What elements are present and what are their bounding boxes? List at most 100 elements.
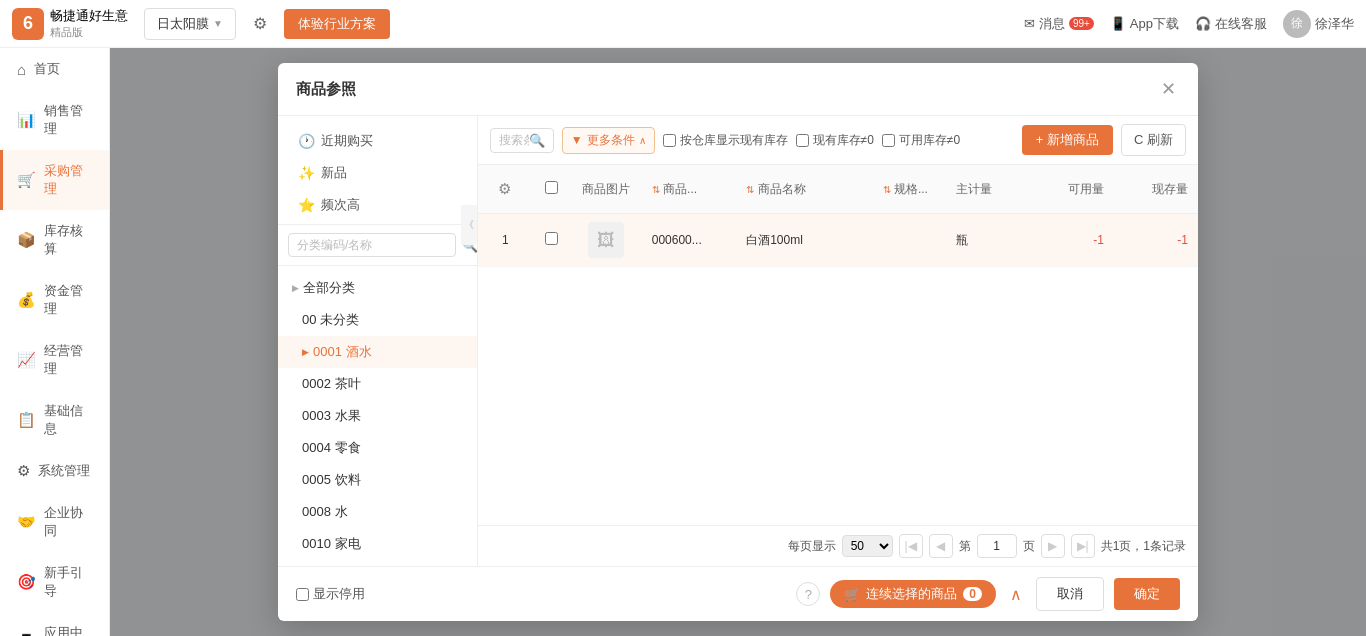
sidebar-item-sales[interactable]: 📊 销售管理 [0,90,109,150]
store-name: 日太阳膜 [157,15,209,33]
modal-title: 商品参照 [296,80,356,99]
help-btn[interactable]: ? [796,582,820,606]
show-disabled-checkbox[interactable]: 显示停用 [296,585,365,603]
check-avail-input[interactable] [882,134,895,147]
table-row[interactable]: 1 🖼 00 [478,214,1198,267]
sidebar-item-app-center[interactable]: 📱 应用中心 [0,612,109,636]
show-disabled-label: 显示停用 [313,585,365,603]
cell-stock: -1 [1114,214,1198,267]
more-filter-btn[interactable]: ▼ 更多条件 ∧ [562,127,655,154]
check-avail-nonzero[interactable]: 可用库存≠0 [882,132,960,149]
category-tea[interactable]: 0002 茶叶 [278,368,477,400]
top-nav: 6 畅捷通好生意 精品版 日太阳膜 ▼ ⚙ 体验行业方案 ✉ 消息 99+ 📱 … [0,0,1366,48]
table-settings-icon[interactable]: ⚙ [488,173,520,205]
message-btn[interactable]: ✉ 消息 99+ [1024,15,1094,33]
col-code-label: 商品... [663,182,697,196]
check-nonzero-stock[interactable]: 现有库存≠0 [796,132,874,149]
sidebar-item-basic-info[interactable]: 📋 基础信息 [0,390,109,450]
product-code: 000600... [652,233,702,247]
app-download-btn[interactable]: 📱 App下载 [1110,15,1179,33]
modal-left-panel: 🕐 近期购买 ✨ 新品 ⭐ 频次高 [278,116,478,566]
category-drink-label: 0005 饮料 [302,471,361,489]
cart-count: 0 [963,587,982,601]
sidebar-item-system[interactable]: ⚙ 系统管理 [0,450,109,492]
col-header-code[interactable]: ⇅ 商品... [642,165,736,214]
sidebar-item-collab[interactable]: 🤝 企业协同 [0,492,109,552]
sidebar-item-inventory[interactable]: 📦 库存核算 [0,210,109,270]
cart-label: 连续选择的商品 [866,585,957,603]
sidebar-item-operations[interactable]: 📈 经营管理 [0,330,109,390]
last-page-btn[interactable]: ▶| [1071,534,1095,558]
category-all[interactable]: ▶ 全部分类 [278,272,477,304]
add-product-btn[interactable]: + 新增商品 [1022,125,1113,155]
settings-icon[interactable]: ⚙ [244,8,276,40]
first-page-btn[interactable]: |◀ [899,534,923,558]
check-warehouse-input[interactable] [663,134,676,147]
col-header-name[interactable]: ⇅ 商品名称 [736,165,872,214]
col-stock-label: 现存量 [1152,182,1188,196]
tab-new-products[interactable]: ✨ 新品 [288,158,467,188]
check-warehouse-stock[interactable]: 按仓库显示现有库存 [663,132,788,149]
cell-image: 🖼 [570,214,641,267]
product-search-input[interactable] [499,133,529,147]
tab-recent-purchase[interactable]: 🕐 近期购买 [288,126,467,156]
nav-right: ✉ 消息 99+ 📱 App下载 🎧 在线客服 徐 徐泽华 [1024,10,1354,38]
experience-btn[interactable]: 体验行业方案 [284,9,390,39]
category-appliance[interactable]: 0010 家电 [278,528,477,560]
refresh-btn[interactable]: C 刷新 [1121,124,1186,156]
col-header-available: 可用量 [1020,165,1114,214]
collapse-left-panel-btn[interactable]: 《 [461,205,477,245]
page-label: 第 [959,538,971,555]
per-page-select[interactable]: 50 100 [842,535,893,557]
message-badge: 99+ [1069,17,1094,30]
user-menu[interactable]: 徐 徐泽华 [1283,10,1354,38]
new-icon: ✨ [298,165,315,181]
store-selector[interactable]: 日太阳膜 ▼ [144,8,236,40]
tab-new-label: 新品 [321,164,347,182]
category-liquor[interactable]: ▶ 0001 酒水 [278,336,477,368]
category-appliance-label: 0010 家电 [302,535,361,553]
modal-footer: 显示停用 ? 🛒 连续选择的商品 0 ∧ 取消 确定 [278,566,1198,621]
sidebar-item-home[interactable]: ⌂ 首页 [0,48,109,90]
category-fruit[interactable]: 0003 水果 [278,400,477,432]
category-snack[interactable]: 0004 零食 [278,432,477,464]
sidebar-item-home-label: 首页 [34,60,60,78]
col-name-label: 商品名称 [758,182,806,196]
col-avail-label: 可用量 [1068,182,1104,196]
sort-icon-code: ⇅ [652,184,660,195]
check-nonzero-input[interactable] [796,134,809,147]
sales-icon: 📊 [17,111,36,129]
sidebar-item-guide[interactable]: 🎯 新手引导 [0,552,109,612]
page-input[interactable] [977,534,1017,558]
check-warehouse-label: 按仓库显示现有库存 [680,132,788,149]
category-drink[interactable]: 0005 饮料 [278,464,477,496]
service-btn[interactable]: 🎧 在线客服 [1195,15,1267,33]
tab-frequent[interactable]: ⭐ 频次高 [288,190,467,220]
sidebar-item-operations-label: 经营管理 [44,342,95,378]
sidebar-item-system-label: 系统管理 [38,462,90,480]
col-header-spec[interactable]: ⇅ 规格... [873,165,946,214]
cancel-btn[interactable]: 取消 [1036,577,1104,611]
cart-continuous-select-btn[interactable]: 🛒 连续选择的商品 0 [830,580,996,608]
search-icon[interactable]: 🔍 [529,133,545,148]
prev-page-btn[interactable]: ◀ [929,534,953,558]
expand-icon: ▶ [292,283,299,293]
modal-close-button[interactable]: ✕ [1156,77,1180,101]
sidebar-item-finance[interactable]: 💰 资金管理 [0,270,109,330]
sidebar-item-purchase[interactable]: 🛒 采购管理 [0,150,109,210]
category-search-input[interactable] [288,233,456,257]
row-checkbox[interactable] [545,232,558,245]
purchase-icon: 🛒 [17,171,36,189]
content-area: 商品参照 ✕ 🕐 近期购买 ✨ [110,48,1366,636]
select-all-checkbox[interactable] [545,181,558,194]
logo-sub-text: 精品版 [50,25,128,40]
next-page-btn[interactable]: ▶ [1041,534,1065,558]
category-uncategorized[interactable]: 00 未分类 [278,304,477,336]
modal-body: 🕐 近期购买 ✨ 新品 ⭐ 频次高 [278,116,1198,566]
confirm-btn[interactable]: 确定 [1114,578,1180,610]
category-water[interactable]: 0008 水 [278,496,477,528]
collapse-footer-btn[interactable]: ∧ [1006,581,1026,608]
show-disabled-input[interactable] [296,588,309,601]
app-label: App下载 [1130,15,1179,33]
product-stock: -1 [1177,233,1188,247]
